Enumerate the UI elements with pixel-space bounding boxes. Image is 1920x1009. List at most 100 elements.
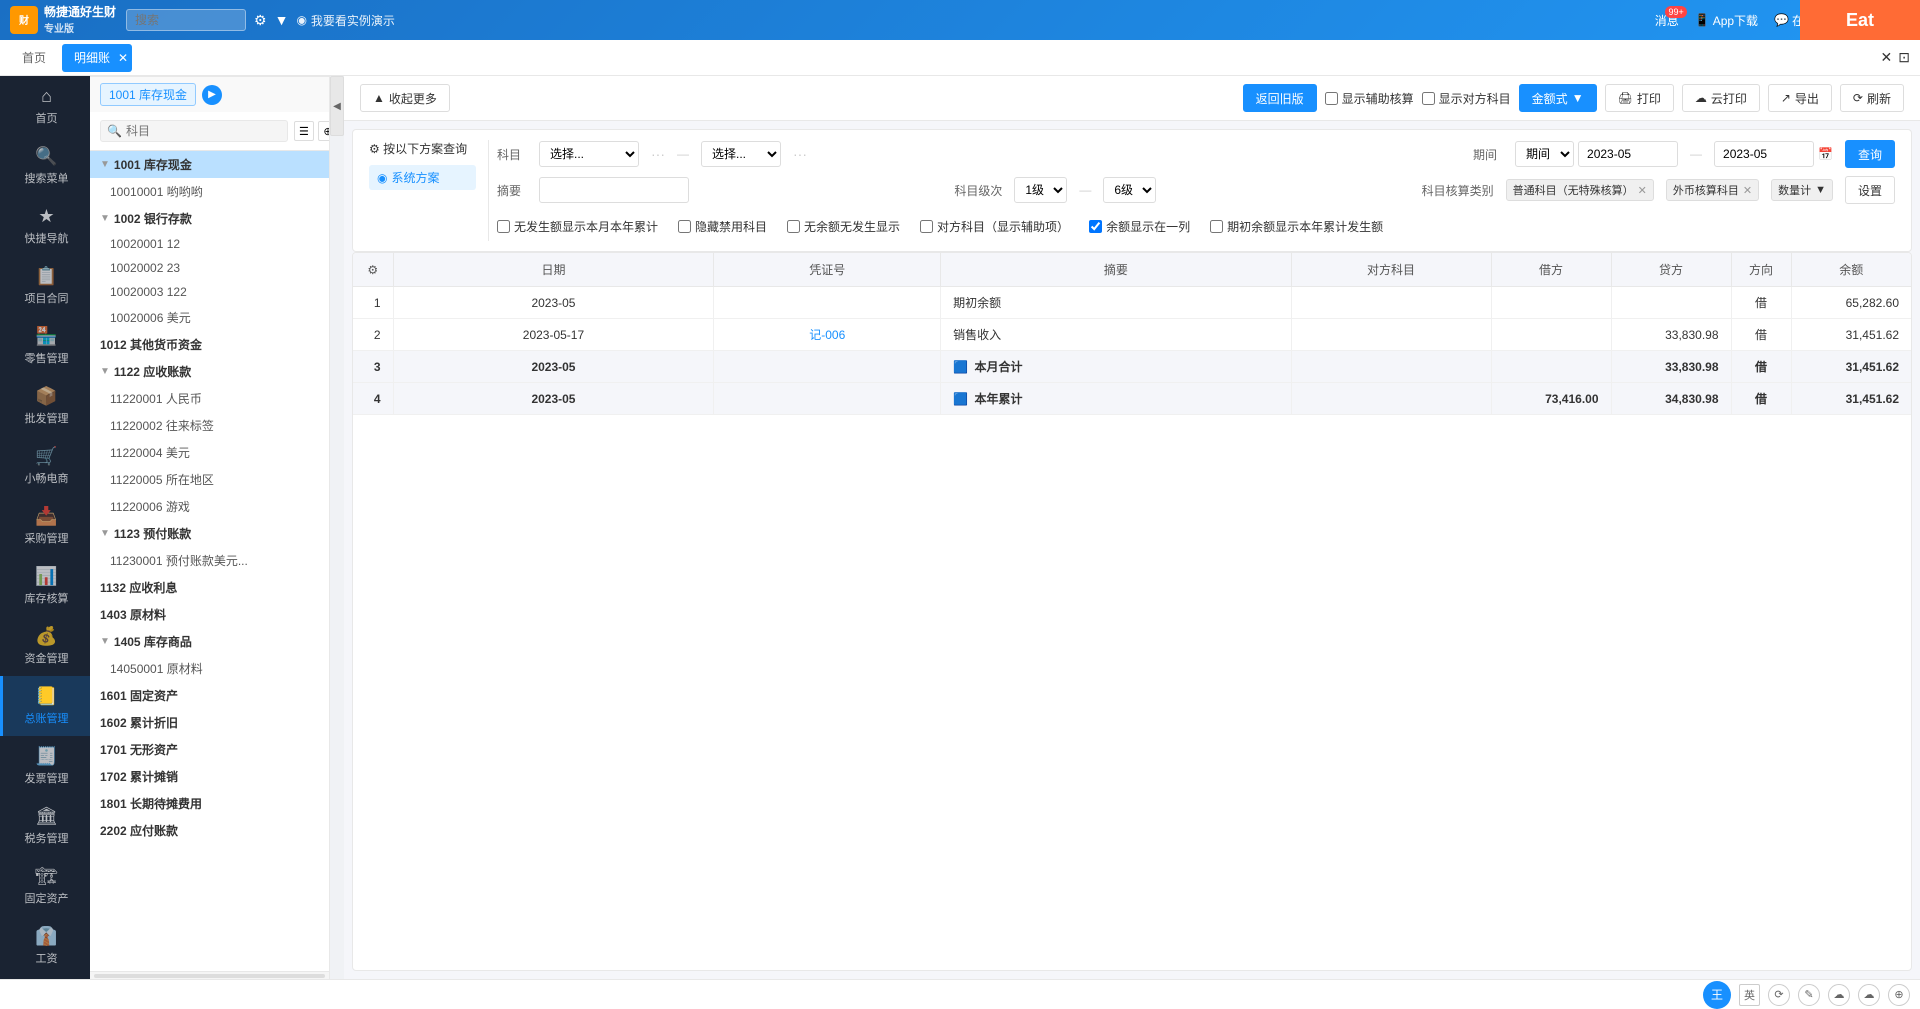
period-type-select[interactable]: 期间 <box>1515 141 1574 167</box>
chat-bot-btn[interactable]: 王 <box>1703 981 1731 1009</box>
opening-balance-checkbox[interactable]: 期初余额显示本年累计发生额 <box>1210 218 1383 235</box>
sidebar-item-home[interactable]: ⌂ 首页 <box>0 76 90 136</box>
tab-close-icon[interactable]: ✕ <box>118 51 128 65</box>
opening-balance-input[interactable] <box>1210 220 1223 233</box>
account-item-1012[interactable]: 1012 其他货币资金 <box>90 331 329 358</box>
account-item-1001[interactable]: ▼ 1001 库存现金 <box>90 151 329 178</box>
hide-disabled-input[interactable] <box>678 220 691 233</box>
sidebar-item-ledger[interactable]: 📒 总账管理 <box>0 676 90 736</box>
account-item-2202[interactable]: 2202 应付账款 <box>90 817 329 844</box>
export-btn[interactable]: ↗ 导出 <box>1768 84 1832 112</box>
settings-panel-btn[interactable]: 设置 <box>1845 176 1895 204</box>
sidebar-item-salary[interactable]: 👔 工资 <box>0 916 90 976</box>
account-item-1132[interactable]: 1132 应收利息 <box>90 574 329 601</box>
sidebar-item-assets[interactable]: 🏗 固定资产 <box>0 856 90 916</box>
app-download-btn[interactable]: 📱 App下载 <box>1695 12 1758 29</box>
account-item-11220004[interactable]: 11220004 美元 <box>90 439 329 466</box>
show-aux-checkbox[interactable]: 显示辅助核算 <box>1325 90 1414 107</box>
account-item-1602[interactable]: 1602 累计折旧 <box>90 709 329 736</box>
period-start-input[interactable] <box>1578 141 1678 167</box>
row-voucher[interactable]: 记-006 <box>714 319 941 351</box>
add-icon[interactable]: ⊕ <box>1888 984 1910 1006</box>
show-opposite-checkbox[interactable]: 显示对方科目 <box>1422 90 1511 107</box>
collapse-more-btn[interactable]: ▲ 收起更多 <box>360 84 450 112</box>
eat-button[interactable]: Eat <box>1800 0 1920 40</box>
tree-list-view-btn[interactable]: ☰ <box>294 121 314 141</box>
account-item-10020001[interactable]: 10020001 12 <box>90 232 329 256</box>
print-btn[interactable]: 🖨 打印 <box>1605 84 1674 112</box>
account-item-11220001[interactable]: 11220001 人民币 <box>90 385 329 412</box>
panel-collapse-btn[interactable]: ◀ <box>330 76 344 136</box>
summary-input[interactable] <box>539 177 689 203</box>
cloud-icon-1[interactable]: ☁ <box>1828 984 1850 1006</box>
account-item-10020003[interactable]: 10020003 122 <box>90 280 329 304</box>
account-item-10020006[interactable]: 10020006 美元 <box>90 304 329 331</box>
opposite-show-checkbox[interactable]: 对方科目（显示辅助项） <box>920 218 1069 235</box>
account-item-10020002[interactable]: 10020002 23 <box>90 256 329 280</box>
query-btn[interactable]: 查询 <box>1845 140 1895 168</box>
sidebar-item-tax[interactable]: 🏛 税务管理 <box>0 796 90 856</box>
nav-arrow-btn[interactable]: ▶ <box>202 85 222 105</box>
account-scrollbar[interactable] <box>90 971 329 979</box>
type-dropdown-icon[interactable]: ▼ <box>1815 184 1826 196</box>
account-item-11220005[interactable]: 11220005 所在地区 <box>90 466 329 493</box>
account-item-14050001[interactable]: 14050001 原材料 <box>90 655 329 682</box>
opposite-show-input[interactable] <box>920 220 933 233</box>
col-settings[interactable]: ⚙ <box>353 253 393 287</box>
account-item-1122[interactable]: ▼ 1122 应收账款 <box>90 358 329 385</box>
account-item-1702[interactable]: 1702 累计摊销 <box>90 763 329 790</box>
close-window-icon[interactable]: ✕ <box>1881 49 1893 66</box>
tab-ledger[interactable]: 明细账 ✕ <box>62 44 132 72</box>
cloud-icon-2[interactable]: ☁ <box>1858 984 1880 1006</box>
type-tag-close-2[interactable]: ✕ <box>1743 184 1752 197</box>
sidebar-item-wholesale[interactable]: 📦 批发管理 <box>0 376 90 436</box>
period-end-input[interactable] <box>1714 141 1814 167</box>
account-item-1701[interactable]: 1701 无形资产 <box>90 736 329 763</box>
account-item-11230001[interactable]: 11230001 预付账款美元... <box>90 547 329 574</box>
edit-icon[interactable]: ✎ <box>1798 984 1820 1006</box>
account-item-11220006[interactable]: 11220006 游戏 <box>90 493 329 520</box>
expand-icon[interactable]: ▼ <box>275 12 289 28</box>
subject-more-icon[interactable]: ··· <box>651 146 665 162</box>
sidebar-item-ecommerce[interactable]: 🛒 小畅电商 <box>0 436 90 496</box>
show-aux-input[interactable] <box>1325 92 1338 105</box>
maximize-window-icon[interactable]: ⊡ <box>1898 49 1910 66</box>
feedback-icon[interactable]: ⟳ <box>1768 984 1790 1006</box>
sidebar-item-invoice[interactable]: 🧾 发票管理 <box>0 736 90 796</box>
subject-end-select[interactable]: 选择... <box>701 141 781 167</box>
tree-add-btn[interactable]: ⊕ <box>318 121 330 141</box>
calendar-end-icon[interactable]: 📅 <box>1818 147 1833 161</box>
type-tag-close-1[interactable]: ✕ <box>1638 184 1647 197</box>
global-search-input[interactable] <box>126 9 246 31</box>
account-item-1002[interactable]: ▼ 1002 银行存款 <box>90 205 329 232</box>
sidebar-item-purchase[interactable]: 📥 采购管理 <box>0 496 90 556</box>
account-item-1123[interactable]: ▼ 1123 预付账款 <box>90 520 329 547</box>
show-opposite-input[interactable] <box>1422 92 1435 105</box>
sidebar-item-quicknav[interactable]: ★ 快捷导航 <box>0 196 90 256</box>
notification-btn[interactable]: 消息 99+ <box>1655 12 1679 29</box>
balance-col-checkbox[interactable]: 余额显示在一列 <box>1089 218 1190 235</box>
account-item-1601[interactable]: 1601 固定资产 <box>90 682 329 709</box>
cloud-print-btn[interactable]: ☁ 云打印 <box>1682 84 1760 112</box>
no-balance-input[interactable] <box>787 220 800 233</box>
subject-select[interactable]: 选择... <box>539 141 639 167</box>
refresh-btn[interactable]: ⟳ 刷新 <box>1840 84 1904 112</box>
account-item-1405[interactable]: ▼ 1405 库存商品 <box>90 628 329 655</box>
sidebar-item-finance[interactable]: 💰 资金管理 <box>0 616 90 676</box>
account-item-1801[interactable]: 1801 长期待摊费用 <box>90 790 329 817</box>
no-balance-checkbox[interactable]: 无余额无发生显示 <box>787 218 900 235</box>
account-item-10010001[interactable]: 10010001 哟哟哟 <box>90 178 329 205</box>
account-item-1403[interactable]: 1403 原材料 <box>90 601 329 628</box>
demo-link[interactable]: ◉ 我要看实例演示 <box>296 12 395 29</box>
sidebar-item-inventory[interactable]: 📊 库存核算 <box>0 556 90 616</box>
sidebar-item-retail[interactable]: 🏪 零售管理 <box>0 316 90 376</box>
subject-end-more-icon[interactable]: ··· <box>793 146 807 162</box>
amount-format-btn[interactable]: 金额式 ▼ <box>1519 84 1597 112</box>
account-item-11220002[interactable]: 11220002 往来标签 <box>90 412 329 439</box>
system-scheme-btn[interactable]: ◉ 系统方案 <box>369 165 476 190</box>
hide-disabled-checkbox[interactable]: 隐藏禁用科目 <box>678 218 767 235</box>
level-end-select[interactable]: 6级 <box>1103 177 1156 203</box>
settings-icon[interactable]: ⚙ <box>254 12 267 29</box>
sidebar-item-search[interactable]: 🔍 搜索菜单 <box>0 136 90 196</box>
balance-col-input[interactable] <box>1089 220 1102 233</box>
